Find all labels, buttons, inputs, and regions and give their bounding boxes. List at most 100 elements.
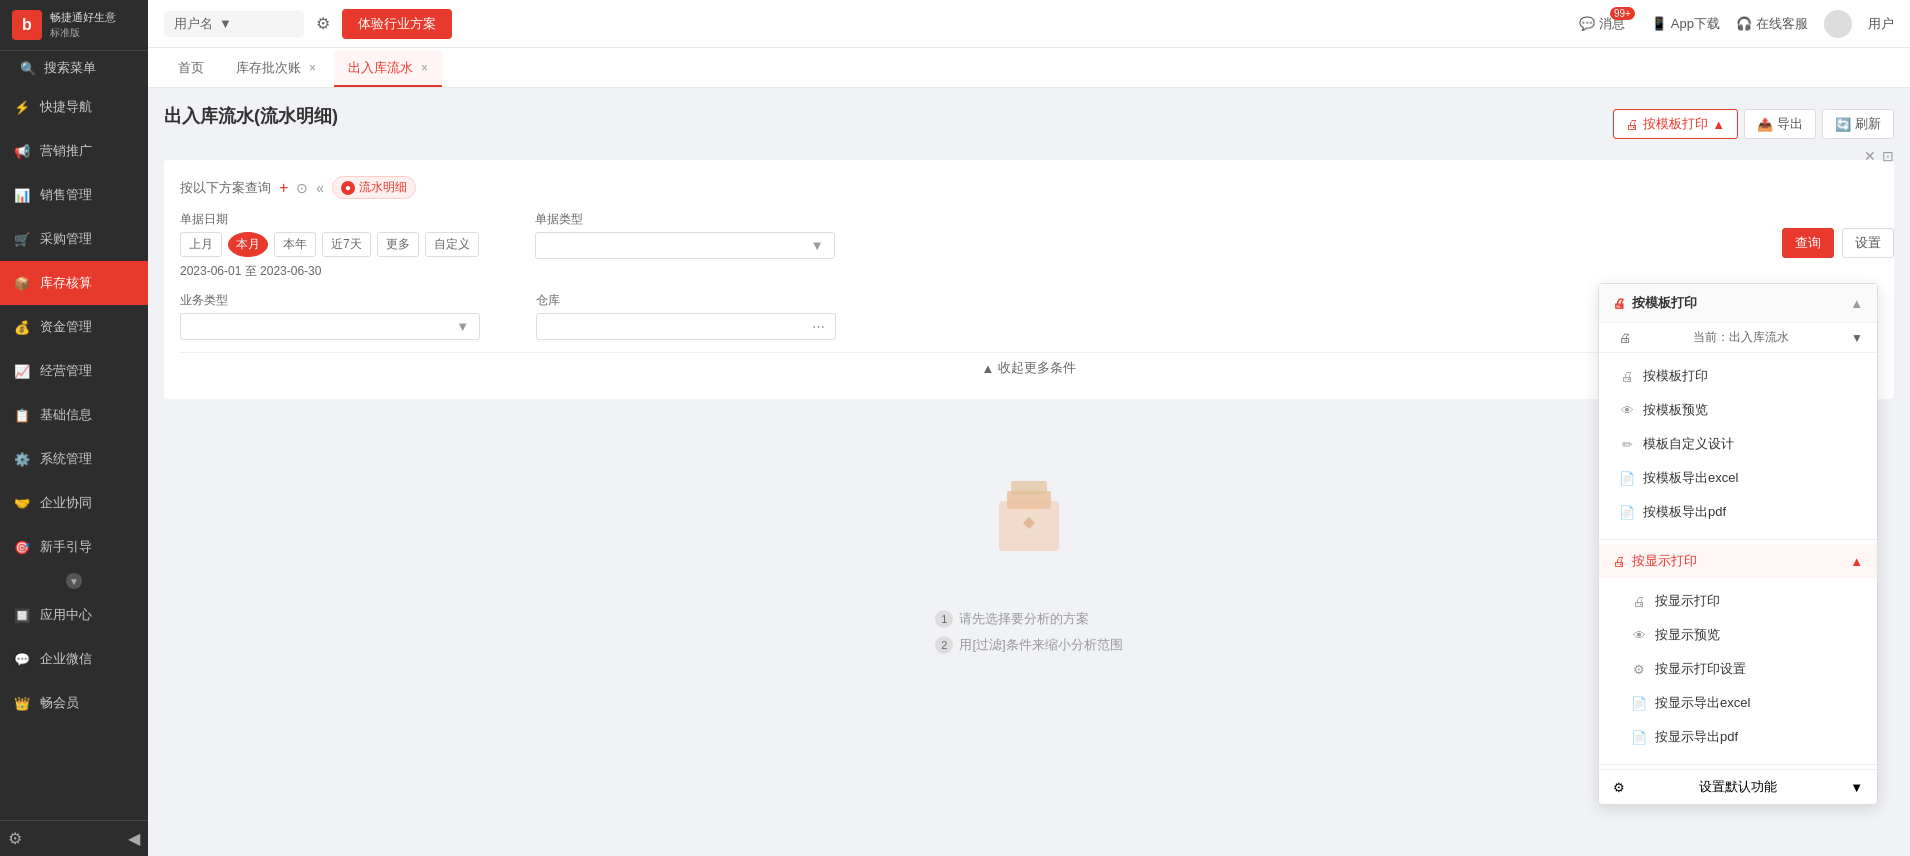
business-type-filter-group: 业务类型 ▼ [180, 292, 480, 340]
operation-icon: 📈 [12, 361, 32, 381]
template-print-icon: 🖨 [1619, 368, 1635, 384]
display-excel-icon: 📄 [1631, 695, 1647, 711]
sidebar-item-quick-nav[interactable]: ⚡ 快捷导航 [0, 85, 148, 129]
sidebar-item-operation[interactable]: 📈 经营管理 [0, 349, 148, 393]
warehouse-filter-group: 仓库 ⋯ [536, 292, 836, 340]
empty-illustration [979, 471, 1079, 590]
user-avatar[interactable] [1824, 10, 1852, 38]
sidebar-item-enterprise[interactable]: 🤝 企业协同 [0, 481, 148, 525]
app-center-icon: 🔲 [12, 605, 32, 625]
filter-add-button[interactable]: + [279, 179, 288, 197]
member-icon: 👑 [12, 693, 32, 713]
settings-button[interactable]: 设置 [1842, 228, 1894, 258]
template-pdf-icon: 📄 [1619, 504, 1635, 520]
refresh-icon: 🔄 [1835, 117, 1851, 132]
filter-tag-icon: ● [341, 181, 355, 195]
sidebar-item-basic[interactable]: 📋 基础信息 [0, 393, 148, 437]
display-print-section-header[interactable]: 🖨 按显示打印 ▲ [1599, 544, 1877, 578]
tab-inventory-flow[interactable]: 出入库流水 × [334, 51, 442, 87]
date-btn-custom[interactable]: 自定义 [425, 232, 479, 257]
filter-header: 按以下方案查询 + ⊙ « ● 流水明细 [180, 176, 1878, 199]
search-icon: 🔍 [20, 61, 36, 76]
display-export-excel-item[interactable]: 📄 按显示导出excel [1599, 686, 1877, 720]
template-export-excel-item[interactable]: 📄 按模板导出excel [1599, 461, 1877, 495]
message-icon: 💬 [1579, 16, 1595, 31]
purchase-icon: 🛒 [12, 229, 32, 249]
sidebar-settings-btn[interactable]: ⚙ [8, 829, 22, 848]
dropdown-current: 🖨 当前：出入库流水 ▼ [1599, 323, 1877, 353]
tab-home[interactable]: 首页 [164, 51, 218, 87]
filter-tag[interactable]: ● 流水明细 [332, 176, 416, 199]
template-custom-design-item[interactable]: ✏ 模板自定义设计 [1599, 427, 1877, 461]
message-item[interactable]: 💬 消息 99+ [1579, 15, 1625, 33]
refresh-button[interactable]: 🔄 刷新 [1822, 109, 1894, 139]
dropdown-current-arrow: ▼ [1851, 331, 1863, 345]
inventory-icon: 📦 [12, 273, 32, 293]
app-logo-icon: b [12, 10, 42, 40]
app-download-item[interactable]: 📱 App下载 [1651, 15, 1720, 33]
dropdown-print-icon: 🖨 [1613, 296, 1626, 311]
dropdown-footer-arrow: ▼ [1850, 780, 1863, 795]
display-preview-item[interactable]: 👁 按显示预览 [1599, 618, 1877, 652]
window-expand-button[interactable]: ⊡ [1882, 148, 1894, 164]
sidebar-item-app-center[interactable]: 🔲 应用中心 [0, 593, 148, 637]
sidebar-collapse-btn[interactable]: ◀ [128, 829, 140, 848]
sidebar-item-guide[interactable]: 🎯 新手引导 [0, 525, 148, 569]
sidebar-item-system[interactable]: ⚙️ 系统管理 [0, 437, 148, 481]
sidebar-item-sales[interactable]: 📊 销售管理 [0, 173, 148, 217]
warehouse-more-icon: ⋯ [812, 319, 825, 334]
page-title: 出入库流水(流水明细) [164, 104, 338, 128]
user-dropdown-arrow: ▼ [219, 16, 232, 31]
filter-settings-button[interactable]: ⊙ [296, 180, 308, 196]
window-controls: ✕ ⊡ [1864, 148, 1894, 164]
sidebar-item-purchase[interactable]: 🛒 采购管理 [0, 217, 148, 261]
warehouse-dropdown[interactable]: ⋯ [536, 313, 836, 340]
sidebar-scroll-down[interactable]: ▼ [66, 573, 82, 589]
template-print-item[interactable]: 🖨 按模板打印 [1599, 359, 1877, 393]
sidebar-item-weixin[interactable]: 💬 企业微信 [0, 637, 148, 681]
user-selector[interactable]: 用户名 ▼ [164, 11, 304, 37]
online-service-item[interactable]: 🎧 在线客服 [1736, 15, 1808, 33]
tab-batch-account[interactable]: 库存批次账 × [222, 51, 330, 87]
date-selector: 上月 本月 本年 近7天 更多 自定义 [180, 232, 479, 257]
dropdown-collapse-arrow[interactable]: ▲ [1850, 296, 1863, 311]
topbar-settings-icon[interactable]: ⚙ [316, 14, 330, 33]
system-icon: ⚙️ [12, 449, 32, 469]
trial-button[interactable]: 体验行业方案 [342, 9, 452, 39]
dropdown-header: 🖨 按模板打印 ▲ [1599, 284, 1877, 323]
display-print-item[interactable]: 🖨 按显示打印 [1599, 584, 1877, 618]
voucher-type-dropdown[interactable]: ▼ [535, 232, 835, 259]
window-close-button[interactable]: ✕ [1864, 148, 1876, 164]
template-preview-item[interactable]: 👁 按模板预览 [1599, 393, 1877, 427]
print-template-button[interactable]: 🖨 按模板打印 ▲ [1613, 109, 1738, 139]
app-download-icon: 📱 [1651, 16, 1667, 31]
date-btn-7-days[interactable]: 近7天 [322, 232, 371, 257]
dropdown-footer[interactable]: ⚙ 设置默认功能 ▼ [1599, 769, 1877, 804]
display-print-settings-item[interactable]: ⚙ 按显示打印设置 [1599, 652, 1877, 686]
date-btn-more[interactable]: 更多 [377, 232, 419, 257]
display-export-pdf-item[interactable]: 📄 按显示导出pdf [1599, 720, 1877, 754]
weixin-icon: 💬 [12, 649, 32, 669]
tab-batch-close[interactable]: × [309, 61, 316, 75]
export-button[interactable]: 📤 导出 [1744, 109, 1816, 139]
date-btn-this-month[interactable]: 本月 [228, 232, 268, 257]
business-type-dropdown[interactable]: ▼ [180, 313, 480, 340]
tab-flow-close[interactable]: × [421, 61, 428, 75]
quick-nav-icon: ⚡ [12, 97, 32, 117]
sales-icon: 📊 [12, 185, 32, 205]
display-pdf-icon: 📄 [1631, 729, 1647, 745]
sidebar-item-finance[interactable]: 💰 资金管理 [0, 305, 148, 349]
template-export-pdf-item[interactable]: 📄 按模板导出pdf [1599, 495, 1877, 529]
finance-icon: 💰 [12, 317, 32, 337]
sidebar-item-marketing[interactable]: 📢 营销推广 [0, 129, 148, 173]
filter-collapse-button[interactable]: « [316, 180, 324, 196]
sidebar-item-member[interactable]: 👑 畅会员 [0, 681, 148, 725]
date-btn-this-year[interactable]: 本年 [274, 232, 316, 257]
svg-rect-2 [1011, 481, 1047, 495]
date-btn-last-month[interactable]: 上月 [180, 232, 222, 257]
tabs-bar: 首页 库存批次账 × 出入库流水 × [148, 48, 1910, 88]
search-menu-item[interactable]: 🔍 搜索菜单 [0, 51, 148, 85]
query-button[interactable]: 查询 [1782, 228, 1834, 258]
sidebar-item-inventory[interactable]: 📦 库存核算 [0, 261, 148, 305]
sidebar: b 畅捷通好生意 标准版 🔍 搜索菜单 ⚡ 快捷导航 📢 营销推广 📊 销售管理 [0, 0, 148, 856]
